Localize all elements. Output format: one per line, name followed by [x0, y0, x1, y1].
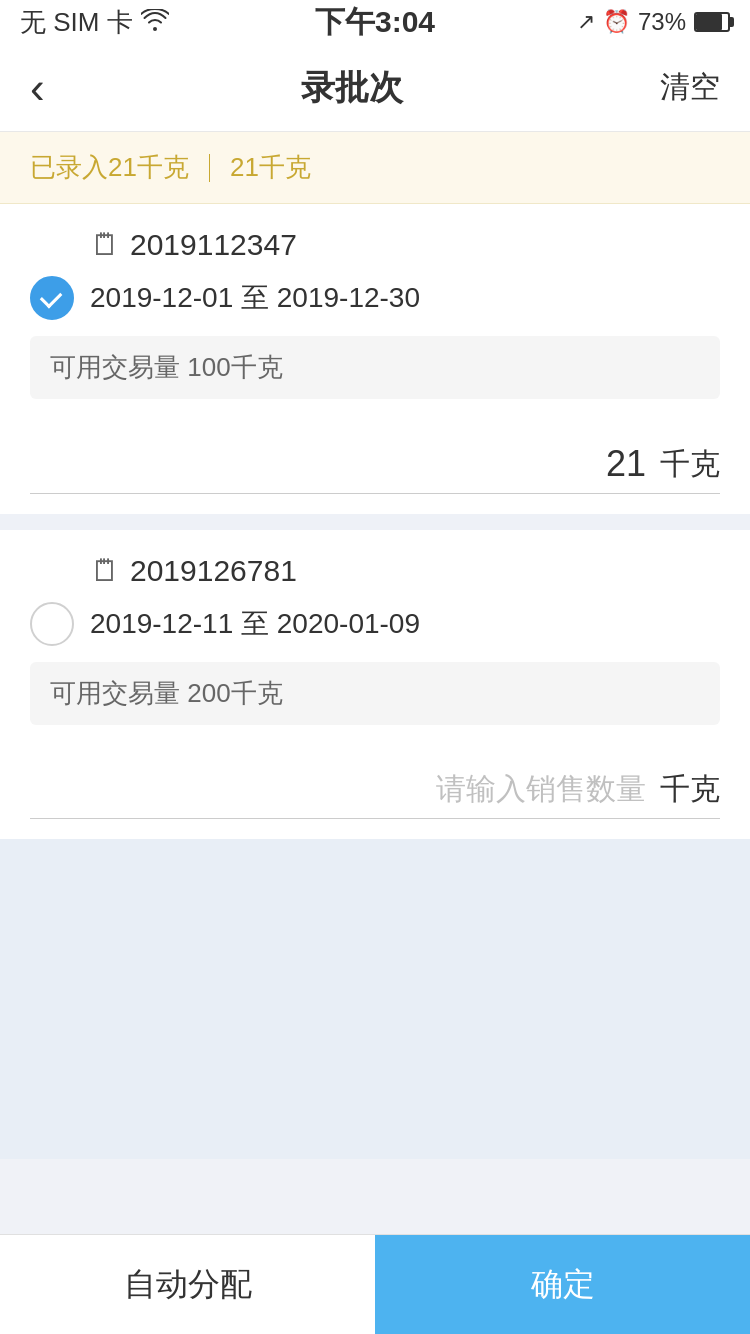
info-divider: [209, 154, 210, 182]
batch-2-unit: 千克: [660, 769, 720, 810]
batch-card-2-inner: 🗒 2019126781 2019-12-11 至 2020-01-09: [0, 530, 750, 646]
batch-2-date: 2019-12-11 至 2020-01-09: [90, 605, 420, 643]
clear-button[interactable]: 清空: [660, 67, 720, 108]
batch-1-id: 2019112347: [130, 228, 297, 262]
batch-1-spacer: [0, 494, 750, 514]
batch-2-input-placeholder[interactable]: 请输入销售数量: [436, 769, 646, 810]
recorded-label: 已录入21千克: [30, 150, 189, 185]
batch-card-1-inner: 🗒 2019112347 2019-12-01 至 2019-12-30: [0, 204, 750, 320]
card-separator-1: [0, 514, 750, 530]
batch-2-date-row[interactable]: 2019-12-11 至 2020-01-09: [30, 602, 720, 646]
batch-1-radio[interactable]: [30, 276, 74, 320]
recorded-value: 21千克: [230, 150, 311, 185]
battery-icon: [694, 12, 730, 32]
status-bar-left: 无 SIM 卡: [20, 5, 169, 40]
batch-card-1: 🗒 2019112347 2019-12-01 至 2019-12-30 可用交…: [0, 204, 750, 514]
batch-1-amount[interactable]: 21: [606, 443, 646, 485]
batch-1-doc-icon: 🗒: [90, 228, 120, 262]
batch-1-date-row[interactable]: 2019-12-01 至 2019-12-30: [30, 276, 720, 320]
confirm-button[interactable]: 确定: [375, 1235, 750, 1334]
batch-1-unit: 千克: [660, 444, 720, 485]
status-bar: 无 SIM 卡 下午3:04 ↗ ⏰ 73%: [0, 0, 750, 44]
battery-label: 73%: [638, 8, 686, 36]
empty-area: [0, 839, 750, 1159]
batch-1-id-row: 🗒 2019112347: [90, 228, 720, 262]
wifi-icon: [141, 7, 169, 38]
batch-2-id: 2019126781: [130, 554, 297, 588]
batch-2-avail-wrap: 可用交易量 200千克: [0, 662, 750, 745]
batch-2-input-row: 请输入销售数量 千克: [0, 745, 750, 810]
back-button[interactable]: ‹: [30, 63, 45, 113]
status-time: 下午3:04: [315, 2, 435, 43]
batch-1-amount-row: 21 千克: [0, 419, 750, 485]
alarm-icon: ⏰: [603, 9, 630, 35]
nav-bar: ‹ 录批次 清空: [0, 44, 750, 132]
batch-2-avail: 可用交易量 200千克: [30, 662, 720, 725]
batch-1-avail: 可用交易量 100千克: [30, 336, 720, 399]
batch-2-radio[interactable]: [30, 602, 74, 646]
info-bar: 已录入21千克 21千克: [0, 132, 750, 204]
page-content: 已录入21千克 21千克 🗒 2019112347 2019-12-01 至 2…: [0, 132, 750, 1259]
status-bar-right: ↗ ⏰ 73%: [577, 8, 730, 36]
location-icon: ↗: [577, 9, 595, 35]
batch-card-2: 🗒 2019126781 2019-12-11 至 2020-01-09 可用交…: [0, 530, 750, 839]
batch-2-spacer: [0, 819, 750, 839]
batch-2-doc-icon: 🗒: [90, 554, 120, 588]
carrier-label: 无 SIM 卡: [20, 5, 133, 40]
batch-2-id-row: 🗒 2019126781: [90, 554, 720, 588]
batch-1-avail-wrap: 可用交易量 100千克: [0, 336, 750, 419]
bottom-bar: 自动分配 确定: [0, 1234, 750, 1334]
auto-distribute-button[interactable]: 自动分配: [0, 1235, 375, 1334]
page-title: 录批次: [301, 65, 403, 111]
batch-1-date: 2019-12-01 至 2019-12-30: [90, 279, 420, 317]
